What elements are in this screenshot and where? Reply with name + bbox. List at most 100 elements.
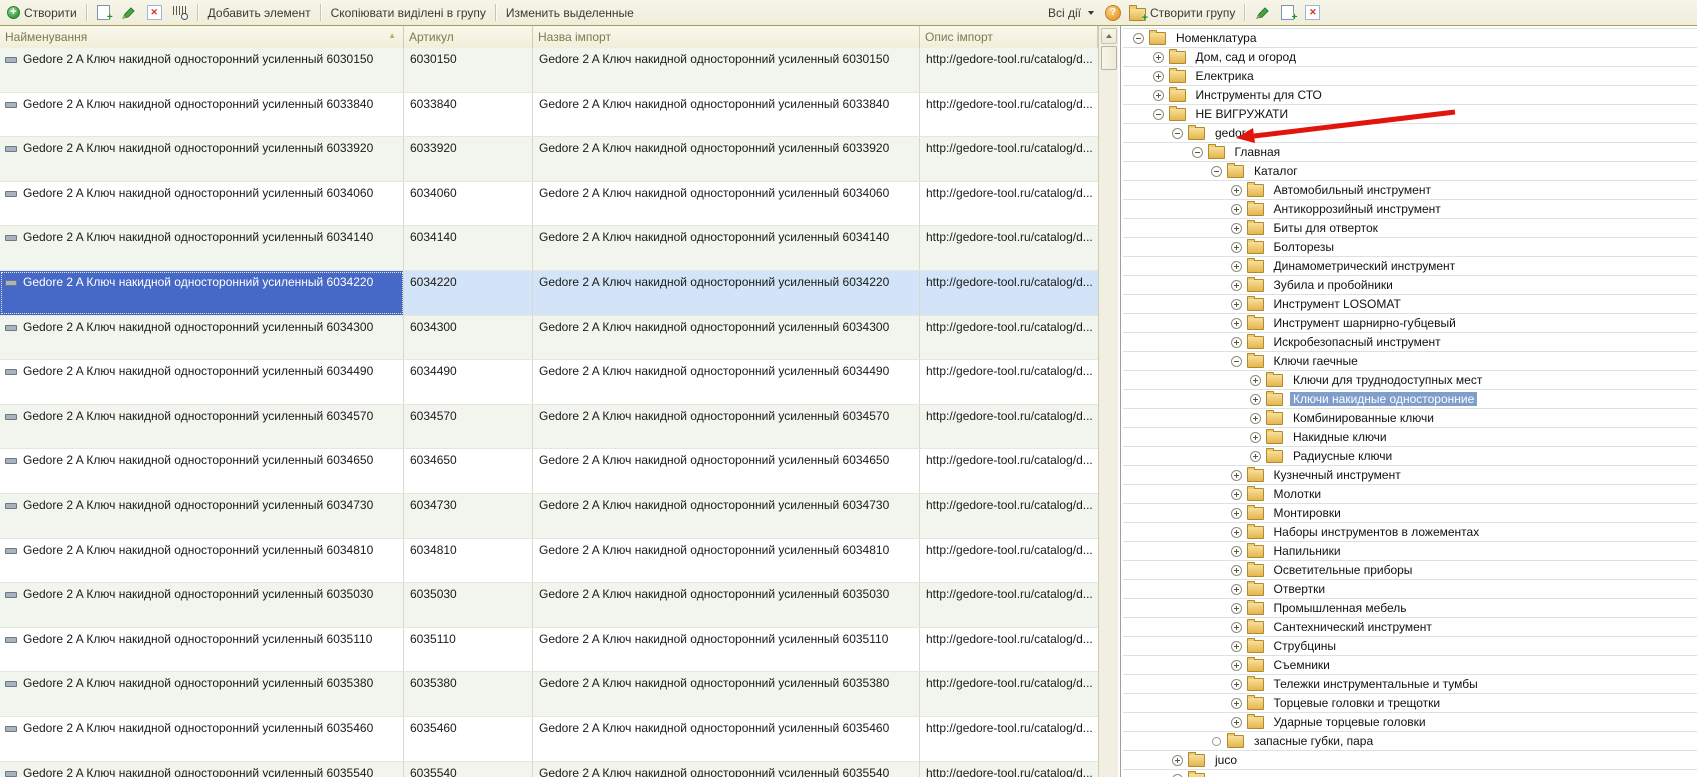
cell-name[interactable]: Gedore 2 A Ключ накидной односторонний у… <box>0 538 404 583</box>
delete-button[interactable] <box>143 3 166 22</box>
collapse-minus-icon[interactable] <box>1230 355 1242 367</box>
collapse-minus-icon[interactable] <box>1191 146 1203 158</box>
cell-name[interactable]: Gedore 2 A Ключ накидной односторонний у… <box>0 672 404 716</box>
table-row[interactable]: Gedore 2 A Ключ накидной односторонний у… <box>0 226 1098 271</box>
cell-article[interactable]: 6035110 <box>404 627 533 672</box>
expand-plus-icon[interactable] <box>1230 716 1242 728</box>
tree-item[interactable]: Наборы инструментов в ложементах <box>1123 523 1697 542</box>
cell-name[interactable]: Gedore 2 A Ключ накидной односторонний у… <box>0 716 404 761</box>
tree-item[interactable]: Молотки <box>1123 485 1697 504</box>
expand-plus-icon[interactable] <box>1230 184 1242 196</box>
collapse-minus-icon[interactable] <box>1133 32 1144 44</box>
tree-item[interactable]: juco <box>1123 751 1697 770</box>
column-header-3[interactable]: Назва імпорт <box>533 26 920 48</box>
expand-plus-icon[interactable] <box>1230 336 1242 348</box>
expand-plus-icon[interactable] <box>1230 583 1242 595</box>
tree-item[interactable]: Зубила и пробойники <box>1123 276 1697 295</box>
table-row[interactable]: Gedore 2 A Ключ накидной односторонний у… <box>0 360 1098 405</box>
tree-copy-button[interactable] <box>1277 3 1298 23</box>
tree-item[interactable]: Болторезы <box>1123 238 1697 257</box>
cell-import-name[interactable]: Gedore 2 A Ключ накидной односторонний у… <box>533 493 920 538</box>
table-vertical-scrollbar[interactable] <box>1098 26 1118 777</box>
cell-article[interactable]: 6035540 <box>404 761 533 777</box>
collapse-minus-icon[interactable] <box>1172 127 1183 139</box>
cell-name[interactable]: Gedore 2 A Ключ накидной односторонний у… <box>0 270 404 315</box>
table-row[interactable]: Gedore 2 A Ключ накидной односторонний у… <box>0 181 1098 227</box>
tree-item[interactable]: Напильники <box>1123 542 1697 561</box>
cell-import-name[interactable]: Gedore 2 A Ключ накидной односторонний у… <box>533 315 920 360</box>
cell-article[interactable]: 6034570 <box>404 404 533 449</box>
tree-item[interactable]: Накидные ключи <box>1123 428 1697 447</box>
cell-name[interactable]: Gedore 2 A Ключ накидной односторонний у… <box>0 48 404 92</box>
expand-plus-icon[interactable] <box>1230 469 1242 481</box>
cell-import-description[interactable]: http://gedore-tool.ru/catalog/d... <box>920 316 1098 360</box>
expand-plus-icon[interactable] <box>1230 640 1242 652</box>
table-row[interactable]: Gedore 2 A Ключ накидной односторонний у… <box>0 92 1098 138</box>
cell-article[interactable]: 6030150 <box>404 48 533 92</box>
cell-article[interactable]: 6034300 <box>404 315 533 360</box>
tree-item-gedore[interactable]: gedore <box>1123 124 1697 143</box>
tree-item-selected[interactable]: Ключи накидные односторонние <box>1123 390 1697 409</box>
cell-article[interactable]: 6034650 <box>404 449 533 493</box>
cell-import-name[interactable]: Gedore 2 A Ключ накидной односторонний у… <box>533 226 920 270</box>
cell-article[interactable]: 6035460 <box>404 716 533 761</box>
expand-plus-icon[interactable] <box>1230 564 1242 576</box>
cell-import-description[interactable]: http://gedore-tool.ru/catalog/d... <box>920 449 1098 493</box>
cell-name[interactable]: Gedore 2 A Ключ накидной односторонний у… <box>0 226 404 270</box>
cell-import-name[interactable]: Gedore 2 A Ключ накидной односторонний у… <box>533 137 920 181</box>
cell-import-description[interactable]: http://gedore-tool.ru/catalog/d... <box>920 270 1098 315</box>
cell-import-description[interactable]: http://gedore-tool.ru/catalog/d... <box>920 672 1098 716</box>
column-header-1[interactable]: Найменування ▲ <box>0 26 404 48</box>
expand-plus-icon[interactable] <box>1230 260 1242 272</box>
help-button[interactable] <box>1101 3 1125 23</box>
expand-plus-icon[interactable] <box>1250 450 1261 462</box>
cell-import-name[interactable]: Gedore 2 A Ключ накидной односторонний у… <box>533 716 920 761</box>
cell-name[interactable]: Gedore 2 A Ключ накидной односторонний у… <box>0 315 404 360</box>
add-element-button[interactable]: Добавить элемент <box>204 4 315 22</box>
cell-import-description[interactable]: http://gedore-tool.ru/catalog/d... <box>920 717 1098 761</box>
expand-plus-icon[interactable] <box>1230 526 1242 538</box>
expand-plus-icon[interactable] <box>1230 621 1242 633</box>
cell-import-description[interactable]: http://gedore-tool.ru/catalog/d... <box>920 137 1098 181</box>
cell-article[interactable]: 6034490 <box>404 360 533 404</box>
cell-import-name[interactable]: Gedore 2 A Ключ накидной односторонний у… <box>533 404 920 449</box>
expand-plus-icon[interactable] <box>1230 279 1242 291</box>
tree-item[interactable]: Радиусные ключи <box>1123 447 1697 466</box>
tree-item[interactable]: Струбцины <box>1123 637 1697 656</box>
cell-name[interactable]: Gedore 2 A Ключ накидной односторонний у… <box>0 583 404 627</box>
cell-article[interactable]: 6033920 <box>404 137 533 181</box>
tree-item[interactable]: Сантехнический инструмент <box>1123 618 1697 637</box>
create-group-button[interactable]: Створити групу <box>1125 3 1239 24</box>
all-actions-button[interactable]: Всі дії <box>1044 4 1098 22</box>
collapse-minus-icon[interactable] <box>1152 108 1164 120</box>
cell-import-name[interactable]: Gedore 2 A Ключ накидной односторонний у… <box>533 583 920 627</box>
tree-item[interactable]: Искробезопасный инструмент <box>1123 333 1697 352</box>
cell-import-description[interactable]: http://gedore-tool.ru/catalog/d... <box>920 628 1098 672</box>
expand-plus-icon[interactable] <box>1230 488 1242 500</box>
expand-plus-icon[interactable] <box>1152 70 1164 82</box>
cell-import-name[interactable]: Gedore 2 A Ключ накидной односторонний у… <box>533 48 920 92</box>
cell-import-name[interactable]: Gedore 2 A Ключ накидной односторонний у… <box>533 181 920 226</box>
tree-item[interactable]: Комбинированные ключи <box>1123 409 1697 428</box>
cell-name[interactable]: Gedore 2 A Ключ накидной односторонний у… <box>0 404 404 449</box>
expand-plus-icon[interactable] <box>1230 545 1242 557</box>
cell-name[interactable]: Gedore 2 A Ключ накидной односторонний у… <box>0 493 404 538</box>
tree-item[interactable]: Монтировки <box>1123 504 1697 523</box>
table-row[interactable]: Gedore 2 A Ключ накидной односторонний у… <box>0 716 1098 762</box>
cell-import-description[interactable]: http://gedore-tool.ru/catalog/d... <box>920 93 1098 137</box>
cell-name[interactable]: Gedore 2 A Ключ накидной односторонний у… <box>0 137 404 181</box>
tree-item[interactable]: Ключи для труднодоступных мест <box>1123 371 1697 390</box>
table-row[interactable]: Gedore 2 A Ключ накидной односторонний у… <box>0 672 1098 717</box>
expand-plus-icon[interactable] <box>1230 602 1242 614</box>
expand-plus-icon[interactable] <box>1152 89 1164 101</box>
cell-import-name[interactable]: Gedore 2 A Ключ накидной односторонний у… <box>533 672 920 716</box>
tree-item[interactable]: Биты для отверток <box>1123 219 1697 238</box>
cell-import-name[interactable]: Gedore 2 A Ключ накидной односторонний у… <box>533 360 920 404</box>
cell-import-description[interactable]: http://gedore-tool.ru/catalog/d... <box>920 494 1098 538</box>
expand-plus-icon[interactable] <box>1230 507 1242 519</box>
tree-item[interactable]: Кузнечный инструмент <box>1123 466 1697 485</box>
tree-item[interactable]: Съемники <box>1123 656 1697 675</box>
copy-selected-to-group-button[interactable]: Скопіювати виділені в групу <box>327 4 490 22</box>
cell-name[interactable]: Gedore 2 A Ключ накидной односторонний у… <box>0 761 404 777</box>
cell-import-description[interactable]: http://gedore-tool.ru/catalog/d... <box>920 360 1098 404</box>
